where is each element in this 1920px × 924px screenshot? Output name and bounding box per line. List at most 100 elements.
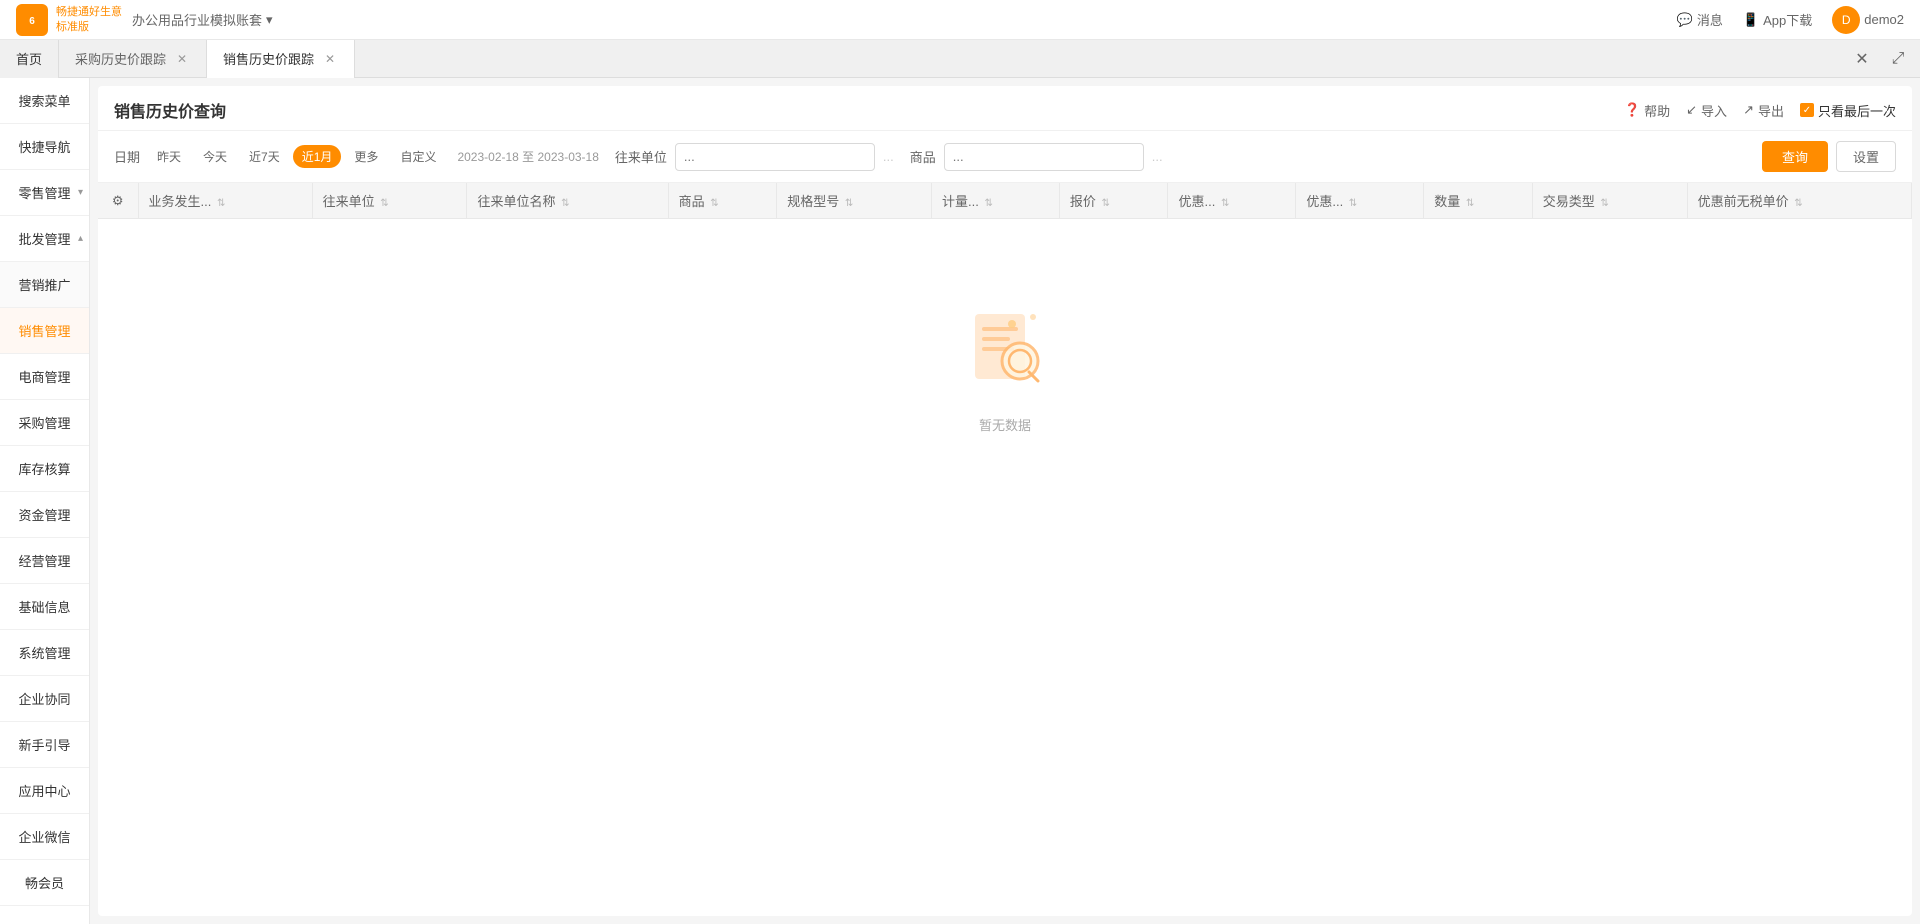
product-filter-group: 商品 ... [910, 143, 1163, 171]
sidebar-item-collab[interactable]: 企业协同 [0, 676, 89, 722]
sidebar-item-sales-mgmt[interactable]: 销售管理 [0, 308, 89, 354]
tab-sales-label: 销售历史价跟踪 [223, 49, 314, 68]
sidebar-inventory-label: 库存核算 [18, 459, 70, 478]
sidebar-search-label: 搜索菜单 [18, 91, 70, 110]
col-qty[interactable]: 数量 ⇅ [1424, 183, 1533, 219]
date-btn-1month[interactable]: 近1月 [293, 145, 342, 168]
sidebar-item-appstore[interactable]: 应用中心 [0, 768, 89, 814]
filter-actions: 查询 设置 [1762, 141, 1896, 172]
sidebar-ecom-label: 电商管理 [18, 367, 70, 386]
close-all-tabs-button[interactable]: ✕ [1848, 45, 1876, 73]
export-button[interactable]: ↗ 导出 [1743, 101, 1784, 120]
sidebar-ops-label: 经营管理 [18, 551, 70, 570]
empty-icon [955, 299, 1055, 399]
logo-area: 6 畅捷通好生意 标准版 [16, 4, 122, 36]
last-only-checkbox-group[interactable]: ✓ 只看最后一次 [1800, 101, 1896, 120]
sidebar-item-purchase[interactable]: 采购管理 [0, 400, 89, 446]
col-partner-code[interactable]: 往来单位 ⇅ [312, 183, 467, 219]
phone-icon: 📱 [1743, 12, 1759, 28]
col-product[interactable]: 商品 ⇅ [668, 183, 777, 219]
sidebar-retail-label: 零售管理 [18, 183, 70, 202]
import-icon: ↙ [1686, 102, 1697, 118]
sidebar-collab-label: 企业协同 [18, 689, 70, 708]
sidebar-item-finance[interactable]: 资金管理 [0, 492, 89, 538]
col-partner-name[interactable]: 往来单位名称 ⇅ [467, 183, 668, 219]
col-pretax-price[interactable]: 优惠前无税单价 ⇅ [1687, 183, 1911, 219]
sidebar-quick-nav-label: 快捷导航 [18, 137, 70, 156]
page-header: 销售历史价查询 ❓ 帮助 ↙ 导入 ↗ 导出 ✓ [98, 86, 1912, 131]
logo-icon: 6 [16, 4, 48, 36]
col-trade-type[interactable]: 交易类型 ⇅ [1532, 183, 1687, 219]
maximize-button[interactable]: ⤢ [1884, 45, 1912, 73]
sidebar-item-basic[interactable]: 基础信息 [0, 584, 89, 630]
sidebar-item-member[interactable]: 畅会员 [0, 860, 89, 906]
date-btn-yesterday[interactable]: 昨天 [148, 145, 190, 168]
sidebar-item-quick-nav[interactable]: 快捷导航 [0, 124, 89, 170]
filter-bar: 日期 昨天 今天 近7天 近1月 更多 自定义 2023-02-18 至 202… [98, 131, 1912, 183]
tab-home-label: 首页 [16, 49, 42, 68]
product-dots: ... [1152, 149, 1163, 164]
page-header-actions: ❓ 帮助 ↙ 导入 ↗ 导出 ✓ 只看最后一次 [1624, 101, 1896, 120]
sidebar-system-label: 系统管理 [18, 643, 70, 662]
export-icon: ↗ [1743, 102, 1754, 118]
last-only-label: 只看最后一次 [1818, 101, 1896, 120]
sidebar-basic-label: 基础信息 [18, 597, 70, 616]
sidebar-wechat-label: 企业微信 [18, 827, 70, 846]
date-btn-today[interactable]: 今天 [194, 145, 236, 168]
import-label: 导入 [1701, 101, 1727, 120]
tab-purchase-history[interactable]: 采购历史价跟踪 ✕ [59, 40, 207, 78]
col-spec[interactable]: 规格型号 ⇅ [777, 183, 932, 219]
message-label: 消息 [1697, 10, 1723, 29]
message-button[interactable]: 💬 消息 [1677, 10, 1723, 29]
import-button[interactable]: ↙ 导入 [1686, 101, 1727, 120]
partner-dots: ... [883, 149, 894, 164]
sidebar-item-ops[interactable]: 经营管理 [0, 538, 89, 584]
user-menu[interactable]: D demo2 [1832, 6, 1904, 34]
settings-button[interactable]: 设置 [1836, 141, 1896, 172]
partner-input[interactable] [675, 143, 875, 171]
tab-purchase-close[interactable]: ✕ [174, 51, 190, 67]
date-btn-7days[interactable]: 近7天 [240, 145, 289, 168]
sidebar-item-ecom[interactable]: 电商管理 [0, 354, 89, 400]
table-container: ⚙ 业务发生... ⇅ 往来单位 ⇅ 往来单位名称 ⇅ 商品 ⇅ 规格型号 ⇅ … [98, 183, 1912, 916]
product-input[interactable] [944, 143, 1144, 171]
sidebar-item-marketing[interactable]: 营销推广 [0, 262, 89, 308]
chevron-down-icon: ▾ [78, 187, 83, 198]
sidebar-item-wholesale[interactable]: 批发管理 ▴ [0, 216, 89, 262]
logo-text: 畅捷通好生意 标准版 [56, 5, 122, 34]
table-header-row: ⚙ 业务发生... ⇅ 往来单位 ⇅ 往来单位名称 ⇅ 商品 ⇅ 规格型号 ⇅ … [98, 183, 1912, 219]
date-btn-custom[interactable]: 自定义 [391, 145, 445, 168]
partner-filter-label: 往来单位 [615, 147, 667, 166]
tab-sales-history[interactable]: 销售历史价跟踪 ✕ [207, 40, 355, 78]
main-layout: 搜索菜单 快捷导航 零售管理 ▾ 批发管理 ▴ 营销推广 销售管理 电商管理 采… [0, 78, 1920, 924]
tab-sales-close[interactable]: ✕ [322, 51, 338, 67]
col-biz-date[interactable]: 业务发生... ⇅ [138, 183, 312, 219]
col-discount1[interactable]: 优惠... ⇅ [1168, 183, 1296, 219]
tab-home[interactable]: 首页 [0, 40, 59, 78]
sidebar-item-search[interactable]: 搜索菜单 [0, 78, 89, 124]
tab-bar: 首页 采购历史价跟踪 ✕ 销售历史价跟踪 ✕ ✕ ⤢ [0, 40, 1920, 78]
sidebar-wholesale-label: 批发管理 [18, 229, 70, 248]
empty-state: 暂无数据 [98, 219, 1912, 514]
app-download-button[interactable]: 📱 App下载 [1743, 10, 1812, 29]
app-download-label: App下载 [1763, 10, 1812, 29]
help-button[interactable]: ❓ 帮助 [1624, 101, 1670, 120]
sidebar-item-retail[interactable]: 零售管理 ▾ [0, 170, 89, 216]
sidebar-item-system[interactable]: 系统管理 [0, 630, 89, 676]
col-unit[interactable]: 计量... ⇅ [932, 183, 1060, 219]
col-settings[interactable]: ⚙ [98, 183, 138, 219]
date-btn-more[interactable]: 更多 [345, 145, 387, 168]
last-only-checkbox[interactable]: ✓ [1800, 103, 1814, 117]
svg-text:6: 6 [29, 16, 35, 27]
empty-text: 暂无数据 [979, 415, 1031, 434]
workspace-selector[interactable]: 办公用品行业模拟账套 ▾ [132, 10, 273, 29]
sidebar-item-inventory[interactable]: 库存核算 [0, 446, 89, 492]
query-button[interactable]: 查询 [1762, 141, 1828, 172]
col-quote[interactable]: 报价 ⇅ [1059, 183, 1168, 219]
chevron-down-icon: ▾ [266, 12, 273, 28]
col-discount2[interactable]: 优惠... ⇅ [1296, 183, 1424, 219]
sidebar-item-wechat[interactable]: 企业微信 [0, 814, 89, 860]
sidebar-item-guide[interactable]: 新手引导 [0, 722, 89, 768]
username-label: demo2 [1864, 12, 1904, 27]
date-range-display: 2023-02-18 至 2023-03-18 [457, 148, 598, 165]
